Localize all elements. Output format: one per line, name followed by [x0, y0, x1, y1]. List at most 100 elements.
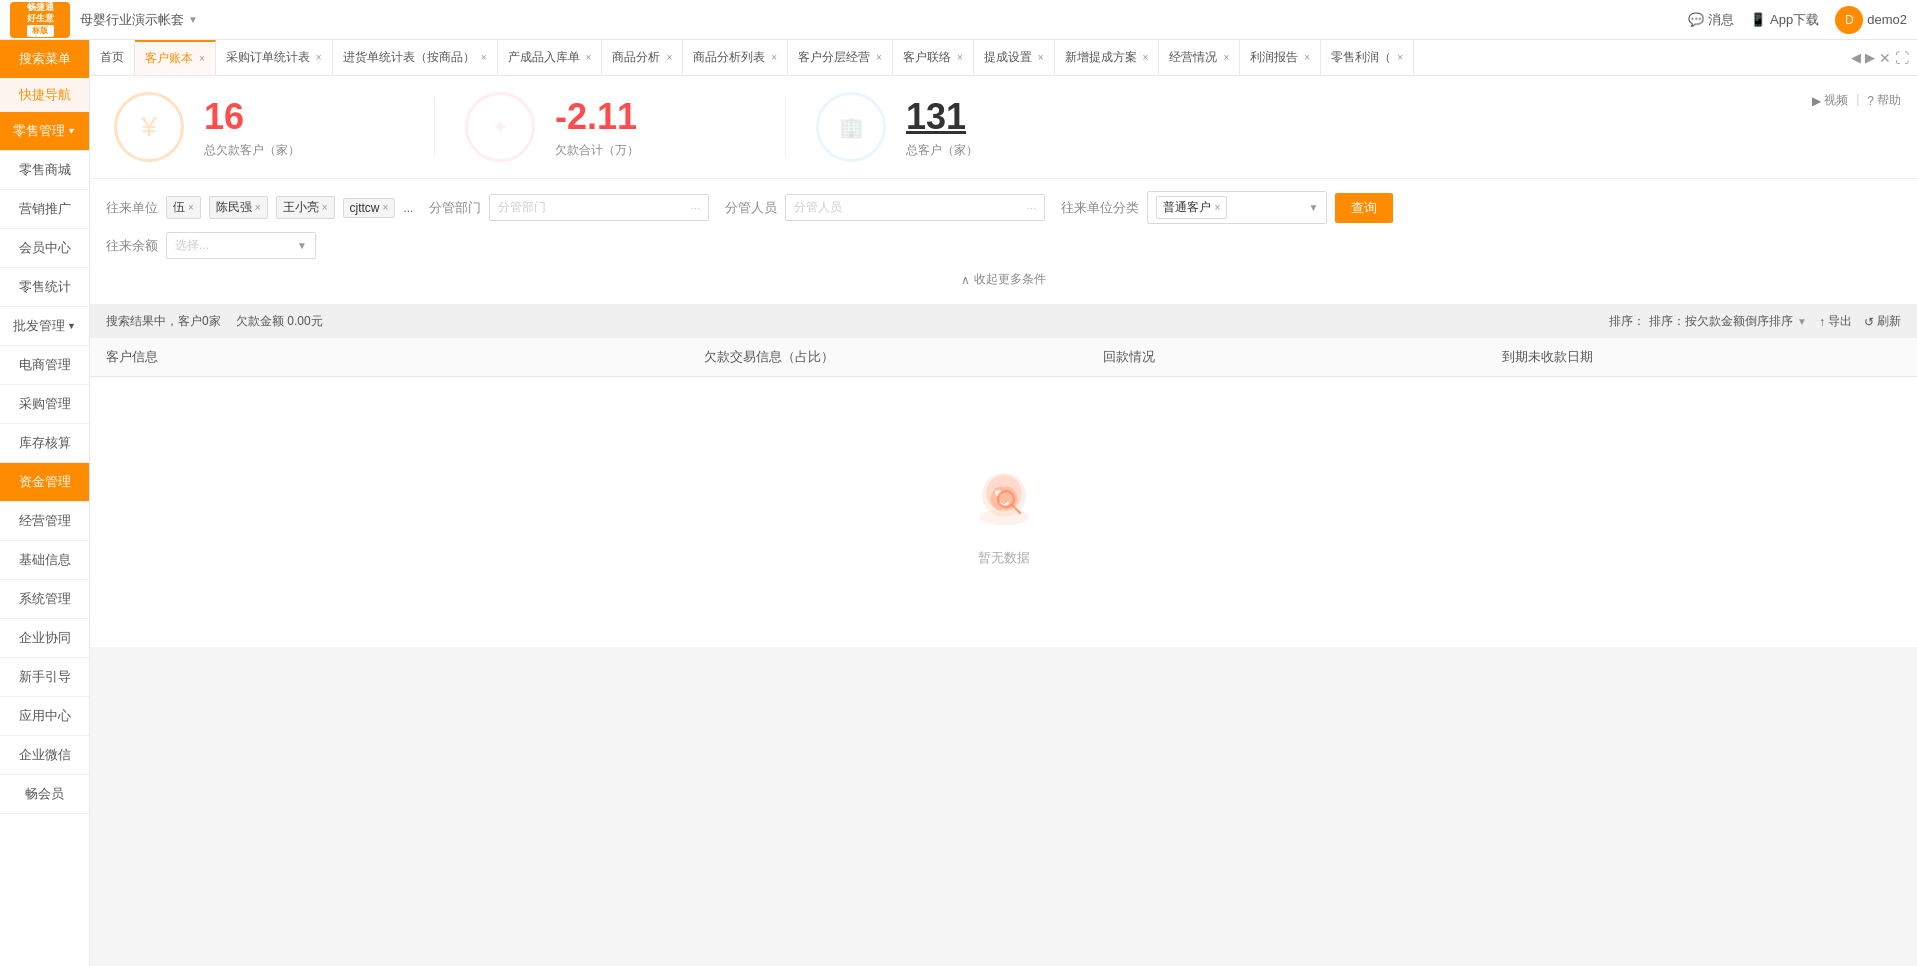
sidebar-item-12[interactable]: 系统管理 [0, 580, 89, 619]
tab-item-11[interactable]: 经营情况× [1159, 40, 1240, 76]
sidebar-item-3[interactable]: 会员中心 [0, 229, 89, 268]
tab-close-13[interactable]: × [1397, 52, 1403, 63]
collapse-up-icon: ∧ [961, 273, 970, 287]
refresh-button[interactable]: ↺ 刷新 [1864, 313, 1901, 330]
collapse-button[interactable]: ∧ 收起更多条件 [106, 267, 1901, 292]
industry-selector[interactable]: 母婴行业演示帐套 ▼ [80, 11, 198, 29]
sidebar-item-4[interactable]: 零售统计 [0, 268, 89, 307]
message-button[interactable]: 💬 消息 [1688, 11, 1734, 29]
sidebar-item-7[interactable]: 采购管理 [0, 385, 89, 424]
sidebar-nav[interactable]: 快捷导航 [0, 78, 89, 112]
help-button[interactable]: ? 帮助 [1867, 92, 1901, 109]
tag-close-wang[interactable]: × [322, 202, 328, 213]
tab-close-7[interactable]: × [876, 52, 882, 63]
sidebar-item-13[interactable]: 企业协同 [0, 619, 89, 658]
sidebar-item-6[interactable]: 电商管理 [0, 346, 89, 385]
sidebar-item-15[interactable]: 应用中心 [0, 697, 89, 736]
unit-class-chevron-icon: ▼ [1308, 202, 1318, 213]
stat3-icon-area: 🏢 [816, 92, 886, 162]
tab-close-8[interactable]: × [957, 52, 963, 63]
sidebar-item-8[interactable]: 库存核算 [0, 424, 89, 463]
filter-more-button[interactable]: ... [403, 201, 413, 215]
table-header-col-3: 到期未收款日期 [1502, 348, 1901, 366]
collapse-label: 收起更多条件 [974, 271, 1046, 288]
tab-item-4[interactable]: 产成品入库单× [498, 40, 603, 76]
tab-item-10[interactable]: 新增提成方案× [1055, 40, 1160, 76]
tag-close-wu[interactable]: × [188, 202, 194, 213]
sidebar-search[interactable]: 搜索菜单 [0, 40, 89, 78]
tag-close-cjttcw[interactable]: × [383, 202, 389, 213]
filter-tag-cjttcw: cjttcw × [343, 198, 396, 218]
balance-chevron-icon: ▼ [297, 240, 307, 251]
tab-close-12[interactable]: × [1304, 52, 1310, 63]
tab-close-11[interactable]: × [1223, 52, 1229, 63]
unit-class-select[interactable]: 普通客户 × ▼ [1147, 191, 1327, 224]
person-select[interactable]: 分管人员 ··· [785, 194, 1045, 221]
tab-maximize-icon[interactable]: ⛶ [1895, 50, 1909, 66]
tab-item-7[interactable]: 客户分层经营× [788, 40, 893, 76]
industry-label: 母婴行业演示帐套 [80, 11, 184, 29]
sidebar-item-14[interactable]: 新手引导 [0, 658, 89, 697]
username-label: demo2 [1867, 12, 1907, 27]
sidebar-item-9[interactable]: 资金管理 [0, 463, 89, 502]
tab-item-12[interactable]: 利润报告× [1240, 40, 1321, 76]
person-placeholder: 分管人员 [794, 199, 842, 216]
stat1-icon-area: ¥ [114, 92, 184, 162]
query-button[interactable]: 查询 [1335, 193, 1393, 223]
tab-close-6[interactable]: × [771, 52, 777, 63]
tab-prev-icon[interactable]: ◀ [1851, 50, 1861, 65]
stat2-block: -2.11 欠款合计（万） [555, 96, 755, 159]
sidebar-item-10[interactable]: 经营管理 [0, 502, 89, 541]
app-download-button[interactable]: 📱 App下载 [1750, 11, 1819, 29]
sidebar-item-1[interactable]: 零售商城 [0, 151, 89, 190]
refresh-label: 刷新 [1877, 313, 1901, 330]
sidebar-item-5[interactable]: 批发管理▼ [0, 307, 89, 346]
video-label: 视频 [1824, 92, 1848, 109]
stat2-label: 欠款合计（万） [555, 142, 639, 159]
tab-actions: ◀ ▶ ✕ ⛶ [1843, 50, 1917, 66]
stat-divider-1 [434, 97, 435, 157]
tab-item-2[interactable]: 采购订单统计表× [216, 40, 333, 76]
sidebar-item-2[interactable]: 营销推广 [0, 190, 89, 229]
export-button[interactable]: ↑ 导出 [1819, 313, 1852, 330]
sidebar-item-11[interactable]: 基础信息 [0, 541, 89, 580]
tab-item-9[interactable]: 提成设置× [974, 40, 1055, 76]
person-select-more-icon: ··· [1026, 201, 1036, 215]
tag-close-chen[interactable]: × [255, 202, 261, 213]
tab-close-1[interactable]: × [199, 53, 205, 64]
tab-close-all-icon[interactable]: ✕ [1879, 50, 1891, 66]
result-bar-right: 排序： 排序：按欠款金额倒序排序 ▼ ↑ 导出 ↺ 刷新 [1609, 313, 1901, 330]
stat3-value: 131 [906, 96, 966, 138]
tab-close-10[interactable]: × [1143, 52, 1149, 63]
table-header: 客户信息 欠款交易信息（占比） 回款情况 到期未收款日期 [90, 338, 1917, 377]
video-button[interactable]: ▶ 视频 [1812, 92, 1848, 109]
tab-close-5[interactable]: × [666, 52, 672, 63]
sidebar-item-16[interactable]: 企业微信 [0, 736, 89, 775]
tab-bar: 首页客户账本×采购订单统计表×进货单统计表（按商品）×产成品入库单×商品分析×商… [90, 40, 1917, 76]
balance-select[interactable]: 选择... ▼ [166, 232, 316, 259]
tab-item-5[interactable]: 商品分析× [602, 40, 683, 76]
help-label: 帮助 [1877, 92, 1901, 109]
tab-next-icon[interactable]: ▶ [1865, 50, 1875, 65]
tab-close-3[interactable]: × [481, 52, 487, 63]
sidebar-item-0[interactable]: 零售管理▼ [0, 112, 89, 151]
tab-close-9[interactable]: × [1038, 52, 1044, 63]
result-info: 搜索结果中，客户0家 欠款金额 0.00元 [106, 313, 323, 330]
sidebar-item-17[interactable]: 畅会员 [0, 775, 89, 814]
sort-select[interactable]: 排序： 排序：按欠款金额倒序排序 ▼ [1609, 313, 1807, 330]
tab-item-6[interactable]: 商品分析列表× [683, 40, 788, 76]
tab-item-3[interactable]: 进货单统计表（按商品）× [333, 40, 498, 76]
stat1-value: 16 [204, 96, 244, 138]
tab-item-8[interactable]: 客户联络× [893, 40, 974, 76]
user-avatar-button[interactable]: D demo2 [1835, 6, 1907, 34]
empty-icon [964, 457, 1044, 537]
filter-row-1: 往来单位 伍 × 陈民强 × 王小亮 × cjttcw [106, 191, 1901, 224]
tab-item-13[interactable]: 零售利润（× [1321, 40, 1414, 76]
dept-select[interactable]: 分管部门 ··· [489, 194, 709, 221]
unit-class-tag-close[interactable]: × [1214, 202, 1220, 213]
tab-close-4[interactable]: × [586, 52, 592, 63]
tab-item-0[interactable]: 首页 [90, 40, 135, 76]
tab-item-1[interactable]: 客户账本× [135, 40, 216, 76]
sidebar-nav-label: 快捷导航 [19, 87, 71, 102]
tab-close-2[interactable]: × [316, 52, 322, 63]
